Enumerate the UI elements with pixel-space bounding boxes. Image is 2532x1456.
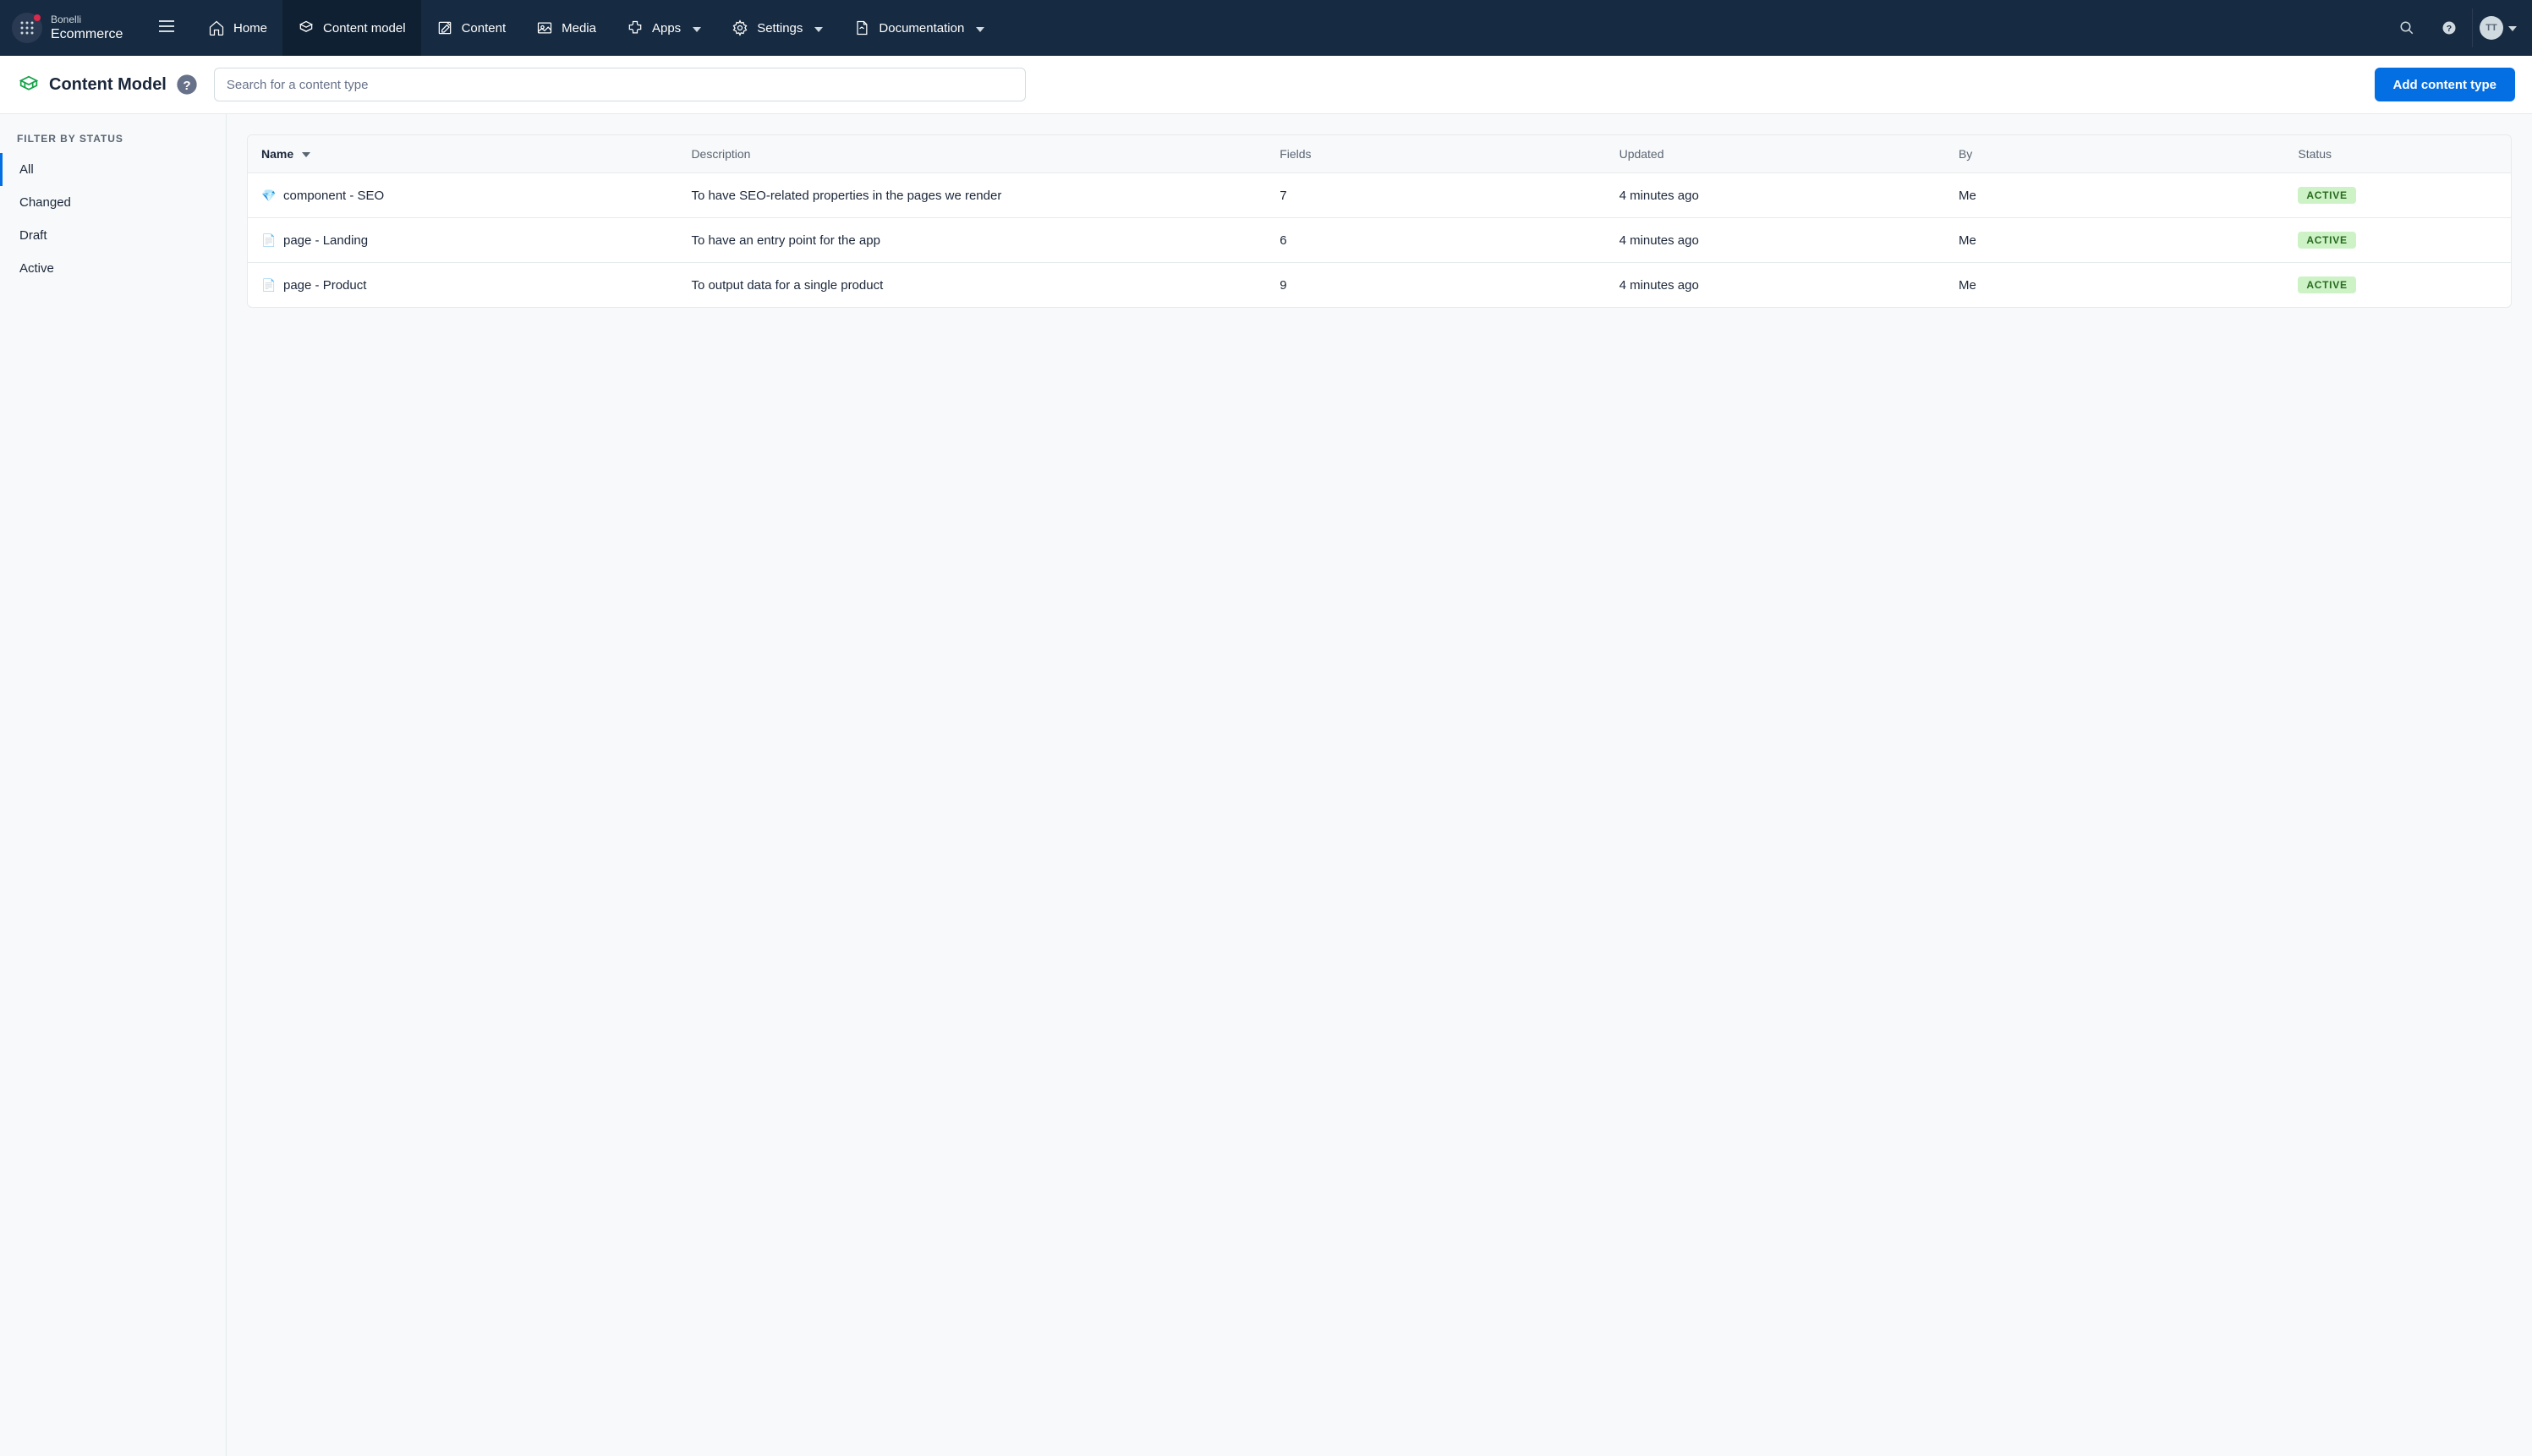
avatar: TT (2480, 16, 2503, 40)
body-row: FILTER BY STATUS All Changed Draft Activ… (0, 114, 2532, 1456)
environment-name: Ecommerce (51, 26, 123, 42)
filter-draft[interactable]: Draft (0, 219, 226, 252)
nav-media[interactable]: Media (521, 0, 611, 56)
help-button[interactable]: ? (2430, 8, 2469, 47)
media-icon (536, 19, 553, 36)
subheader: Content Model ? Add content type (0, 56, 2532, 114)
col-name[interactable]: Name (248, 135, 677, 173)
nav-right: ? TT (2387, 8, 2532, 47)
nav-items: Home Content model Content Media Apps Se… (193, 0, 1000, 56)
filter-heading: FILTER BY STATUS (0, 133, 226, 153)
sidebar: FILTER BY STATUS All Changed Draft Activ… (0, 114, 227, 1456)
col-name-label: Name (261, 147, 293, 161)
search-box (214, 68, 1026, 101)
table-row[interactable]: 📄 page - Landing To have an entry point f… (248, 218, 2511, 263)
avatar-initials: TT (2485, 23, 2496, 33)
space-names[interactable]: Bonelli Ecommerce (51, 14, 123, 42)
row-emoji-icon: 📄 (261, 278, 277, 293)
nav-label: Content (462, 21, 507, 36)
page-title-group: Content Model ? (17, 73, 199, 96)
page-title: Content Model (49, 75, 167, 95)
nav-label: Settings (757, 21, 803, 36)
nav-label: Media (562, 21, 596, 36)
content-icon (436, 19, 453, 36)
content-model-page-icon (17, 73, 41, 96)
col-status[interactable]: Status (2284, 135, 2511, 173)
row-updated: 4 minutes ago (1606, 263, 1945, 308)
row-description: To have SEO-related properties in the pa… (677, 173, 1266, 218)
nav-label: Content model (323, 21, 406, 36)
nav-settings[interactable]: Settings (716, 0, 838, 56)
space-selector: Bonelli Ecommerce (0, 13, 193, 43)
content-types-table: Name Description Fields Updated By Statu… (247, 134, 2512, 308)
org-name: Bonelli (51, 14, 123, 25)
status-badge: ACTIVE (2298, 276, 2355, 293)
nav-documentation[interactable]: Documentation (838, 0, 1000, 56)
app-switcher-button[interactable] (12, 13, 42, 43)
nav-label: Home (233, 21, 267, 36)
help-icon: ? (2442, 20, 2457, 36)
row-updated: 4 minutes ago (1606, 173, 1945, 218)
home-icon (208, 19, 225, 36)
grid-icon (20, 21, 34, 35)
top-nav: Bonelli Ecommerce Home Content model Con… (0, 0, 2532, 56)
nav-label: Documentation (879, 21, 964, 36)
table-row[interactable]: 💎 component - SEO To have SEO-related pro… (248, 173, 2511, 218)
row-fields: 6 (1266, 218, 1605, 263)
documentation-icon (853, 19, 870, 36)
status-badge: ACTIVE (2298, 232, 2355, 249)
row-emoji-icon: 📄 (261, 233, 277, 248)
table-header-row: Name Description Fields Updated By Statu… (248, 135, 2511, 173)
row-by: Me (1945, 173, 2284, 218)
col-by[interactable]: By (1945, 135, 2284, 173)
hamburger-icon (159, 20, 174, 32)
user-menu[interactable]: TT (2472, 8, 2524, 47)
content-model-icon (298, 19, 315, 36)
main: Name Description Fields Updated By Statu… (227, 114, 2532, 1456)
gear-icon (732, 19, 748, 36)
nav-content[interactable]: Content (421, 0, 522, 56)
environment-menu-button[interactable] (152, 14, 181, 43)
row-name: page - Product (283, 278, 366, 293)
sort-down-icon (302, 152, 310, 157)
row-by: Me (1945, 218, 2284, 263)
add-content-type-button[interactable]: Add content type (2375, 68, 2516, 101)
search-icon (2399, 20, 2414, 36)
nav-content-model[interactable]: Content model (282, 0, 421, 56)
nav-apps[interactable]: Apps (611, 0, 716, 56)
row-name: component - SEO (283, 189, 384, 203)
row-fields: 9 (1266, 263, 1605, 308)
chevron-down-icon (976, 21, 984, 36)
row-fields: 7 (1266, 173, 1605, 218)
chevron-down-icon (693, 21, 701, 36)
filter-all[interactable]: All (0, 153, 226, 186)
chevron-down-icon (814, 21, 823, 36)
content-type-search-input[interactable] (214, 68, 1026, 101)
nav-label: Apps (652, 21, 681, 36)
row-description: To have an entry point for the app (677, 218, 1266, 263)
col-fields[interactable]: Fields (1266, 135, 1605, 173)
search-button[interactable] (2387, 8, 2426, 47)
row-updated: 4 minutes ago (1606, 218, 1945, 263)
apps-icon (627, 19, 644, 36)
svg-text:?: ? (183, 79, 190, 93)
col-updated[interactable]: Updated (1606, 135, 1945, 173)
chevron-down-icon (2508, 20, 2517, 36)
filter-changed[interactable]: Changed (0, 186, 226, 219)
page-help-icon[interactable]: ? (175, 73, 199, 96)
col-description[interactable]: Description (677, 135, 1266, 173)
row-description: To output data for a single product (677, 263, 1266, 308)
status-badge: ACTIVE (2298, 187, 2355, 204)
row-by: Me (1945, 263, 2284, 308)
svg-text:?: ? (2447, 24, 2452, 34)
row-name: page - Landing (283, 233, 368, 248)
notification-dot (34, 14, 41, 21)
nav-home[interactable]: Home (193, 0, 282, 56)
table-row[interactable]: 📄 page - Product To output data for a sin… (248, 263, 2511, 308)
filter-active[interactable]: Active (0, 252, 226, 285)
row-emoji-icon: 💎 (261, 189, 277, 203)
